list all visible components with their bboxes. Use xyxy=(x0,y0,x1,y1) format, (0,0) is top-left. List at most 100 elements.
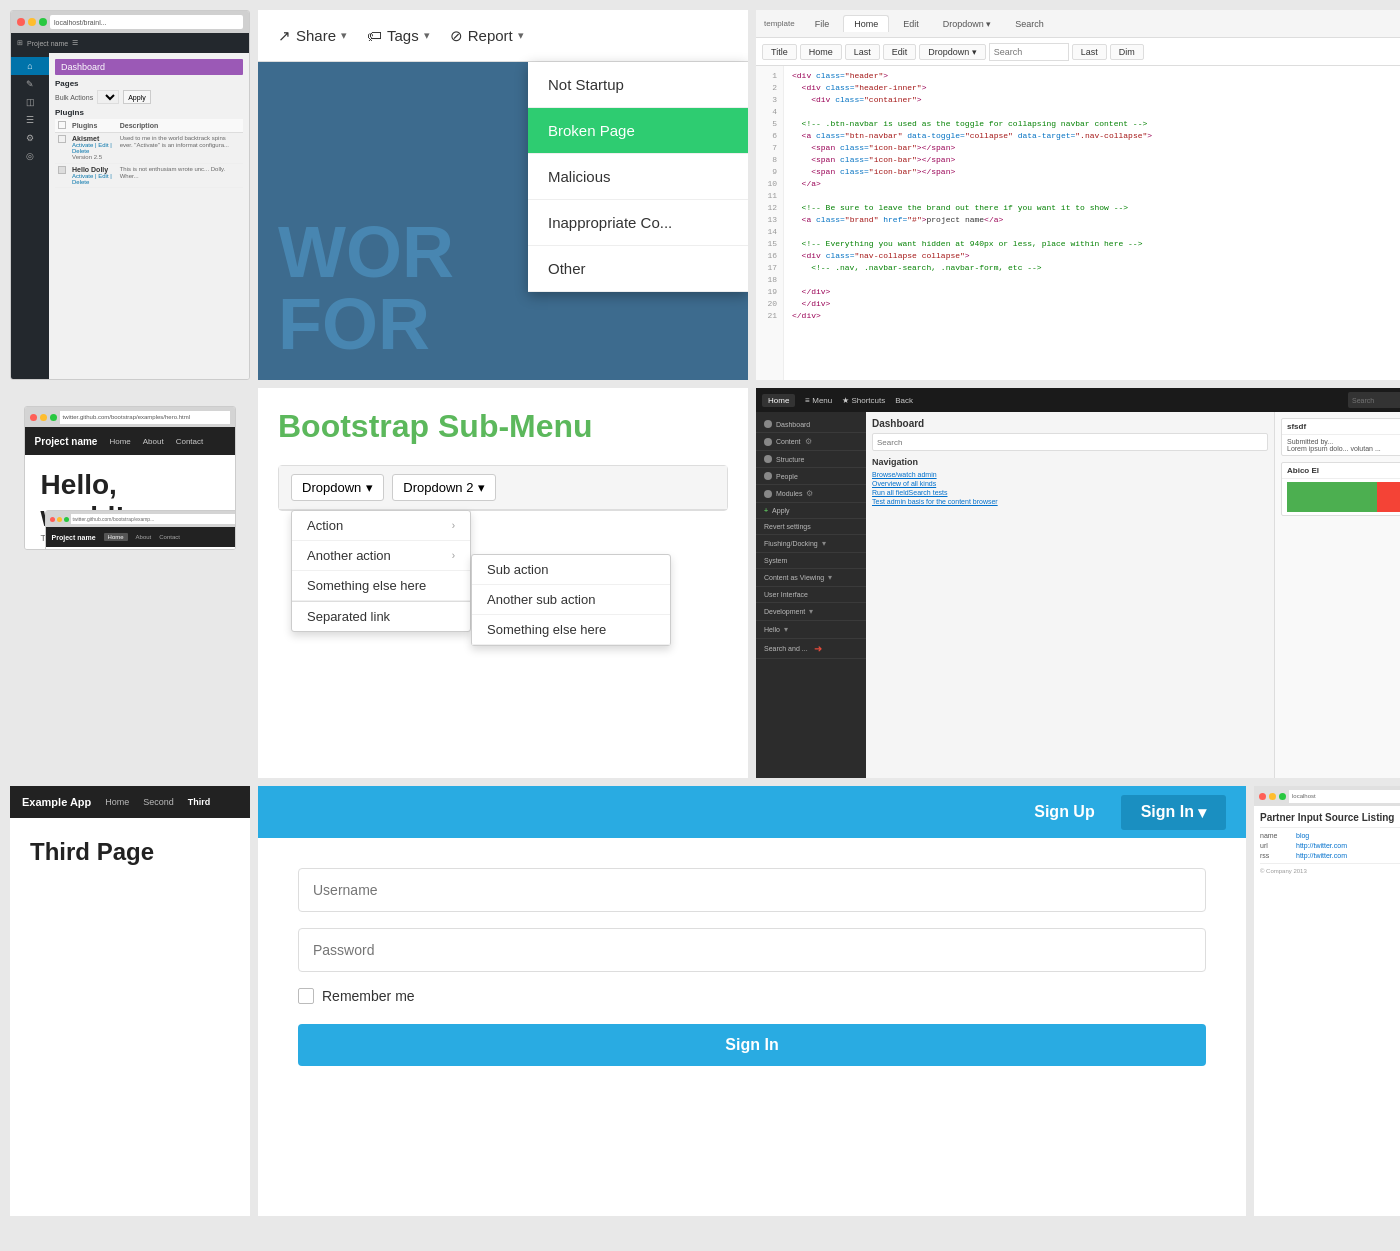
sidebar-item-content[interactable]: Content ⚙ xyxy=(756,433,866,451)
sidebar-item-modules[interactable]: Modules ⚙ xyxy=(756,485,866,503)
admin-top-search-input[interactable] xyxy=(1348,392,1400,408)
sidebar-item-flushing[interactable]: Flushing/Docking ▾ xyxy=(756,535,866,553)
form-row-name: name blog xyxy=(1260,832,1400,839)
bs-min-dot xyxy=(40,414,47,421)
bs-outer-nav-about[interactable]: About xyxy=(143,437,164,446)
code-tab-search[interactable]: Search xyxy=(1005,16,1054,32)
sidebar-media-icon[interactable]: ◫ xyxy=(11,93,49,111)
admin-card-sfsdf: sfsdf Submitted by... Lorem ipsum dolo..… xyxy=(1281,418,1400,456)
admin-link-overview[interactable]: Overview of all kinds xyxy=(872,480,1268,487)
bs-inner-nav-home[interactable]: Home xyxy=(104,533,128,541)
report-item-broken-page[interactable]: Broken Page xyxy=(528,108,748,154)
submenu-dropdown1-button[interactable]: Dropdown ▾ xyxy=(291,474,384,501)
code-last2-btn[interactable]: Last xyxy=(1072,44,1107,60)
bs-outer-navbar: Project name Home About Contact xyxy=(25,427,236,455)
password-input[interactable] xyxy=(298,928,1206,972)
wp-bulk-select[interactable] xyxy=(97,90,119,104)
report-item-inappropriate[interactable]: Inappropriate Co... xyxy=(528,200,748,246)
code-dropdown-btn[interactable]: Dropdown ▾ xyxy=(919,44,986,60)
admin-link-run[interactable]: Run all fieldSearch tests xyxy=(872,489,1268,496)
bootstrap-nested-screenshot: twitter.github.com/bootstrap/examples/he… xyxy=(10,388,250,778)
wp-apply-button[interactable]: Apply xyxy=(123,90,151,104)
signin-top-button[interactable]: Sign In ▾ xyxy=(1121,795,1226,830)
third-nav-third[interactable]: Third xyxy=(188,797,211,807)
code-tab-home[interactable]: Home xyxy=(843,15,889,32)
admin-link-test[interactable]: Test admin basis for the content browser xyxy=(872,498,1268,505)
sidebar-item-search[interactable]: Search and ... ➜ xyxy=(756,639,866,659)
code-tab-dropdown[interactable]: Dropdown ▾ xyxy=(933,16,1002,32)
third-nav-second[interactable]: Second xyxy=(143,797,174,807)
admin-top-home[interactable]: Home xyxy=(762,394,795,407)
code-tab-edit[interactable]: Edit xyxy=(893,16,929,32)
sidebar-item-dashboard[interactable]: Dashboard xyxy=(756,416,866,433)
code-dim-btn[interactable]: Dim xyxy=(1110,44,1144,60)
sub-item-2[interactable]: Another sub action xyxy=(472,585,670,615)
bs-close-dot xyxy=(30,414,37,421)
sidebar-dashboard-icon[interactable]: ⌂ xyxy=(11,57,49,75)
admin-top-back[interactable]: Back xyxy=(895,396,913,405)
admin-search-input[interactable] xyxy=(872,433,1268,451)
color-green xyxy=(1287,482,1332,512)
code-last-btn[interactable]: Last xyxy=(845,44,880,60)
sidebar-item-user-interface[interactable]: User Interface xyxy=(756,587,866,603)
code-edit-btn[interactable]: Edit xyxy=(883,44,917,60)
code-editor-screenshot: template File Home Edit Dropdown ▾ Searc… xyxy=(756,10,1400,380)
bs-outer-content: twitter.github.com/bootstrap/examp... Pr… xyxy=(25,455,236,549)
sidebar-plugins-icon[interactable]: ⚙ xyxy=(11,129,49,147)
sub-item-3[interactable]: Something else here xyxy=(472,615,670,645)
third-nav-home[interactable]: Home xyxy=(105,797,129,807)
share-button[interactable]: ↗ Share ▾ xyxy=(278,27,347,45)
wp-plugin-actions-2[interactable]: Activate | Edit | Delete xyxy=(72,173,114,185)
sidebar-settings-icon[interactable]: ◎ xyxy=(11,147,49,165)
admin-top-shortcuts[interactable]: ★ Shortcuts xyxy=(842,396,885,405)
report-item-other[interactable]: Other xyxy=(528,246,748,292)
submenu-dropdown2-button[interactable]: Dropdown 2 ▾ xyxy=(392,474,496,501)
third-page-title: Third Page xyxy=(30,838,230,866)
sidebar-item-people[interactable]: People xyxy=(756,468,866,485)
report-item-not-startup[interactable]: Not Startup xyxy=(528,62,748,108)
form-divider-2 xyxy=(1260,863,1400,864)
sidebar-item-content-viewing[interactable]: Content as Viewing ▾ xyxy=(756,569,866,587)
sidebar-item-structure[interactable]: Structure xyxy=(756,451,866,468)
admin-top-menu[interactable]: ≡ Menu xyxy=(805,396,832,405)
signup-button[interactable]: Sign Up xyxy=(1018,795,1110,829)
code-search-input[interactable] xyxy=(989,43,1069,61)
tags-button[interactable]: 🏷 Tags ▾ xyxy=(367,27,430,44)
wp-bulk-label: Bulk Actions xyxy=(55,94,93,101)
bs-outer-nav-contact[interactable]: Contact xyxy=(176,437,204,446)
code-title-btn[interactable]: Title xyxy=(762,44,797,60)
sidebar-posts-icon[interactable]: ✎ xyxy=(11,75,49,93)
submenu-dropdown-menu: Action › Another action › Something else… xyxy=(291,510,471,632)
report-button[interactable]: ⊘ Report ▾ xyxy=(450,27,524,45)
sidebar-item-system[interactable]: System xyxy=(756,553,866,569)
submenu-item-action[interactable]: Action › xyxy=(292,511,470,541)
submenu-title: Bootstrap Sub-Menu xyxy=(278,408,728,445)
sidebar-item-development[interactable]: Development ▾ xyxy=(756,603,866,621)
remember-checkbox[interactable] xyxy=(298,988,314,1004)
code-home-btn[interactable]: Home xyxy=(800,44,842,60)
sidebar-item-hello[interactable]: Hello ▾ xyxy=(756,621,866,639)
report-item-malicious[interactable]: Malicious xyxy=(528,154,748,200)
third-brand: Example App xyxy=(22,796,91,808)
submenu-item-another-action[interactable]: Another action › xyxy=(292,541,470,571)
wp-plugin-actions-1[interactable]: Activate | Edit | Delete xyxy=(72,142,114,154)
signin-form: Remember me Sign In xyxy=(258,838,1246,1096)
sub-item-1[interactable]: Sub action xyxy=(472,555,670,585)
wp-plugin-name-2: Hello Dolly Activate | Edit | Delete xyxy=(69,164,117,188)
bs-outer-nav-home[interactable]: Home xyxy=(109,437,130,446)
sidebar-item-revert[interactable]: Revert settings xyxy=(756,519,866,535)
sidebar-item-apply[interactable]: + Apply xyxy=(756,503,866,519)
form-value-name: blog xyxy=(1296,832,1309,839)
code-tab-file[interactable]: File xyxy=(805,16,840,32)
wp-row-check-2 xyxy=(55,164,69,188)
submenu-item-something-else[interactable]: Something else here xyxy=(292,571,470,601)
bs-inner-nav-contact[interactable]: Contact xyxy=(159,534,180,540)
bs-inner-url: twitter.github.com/bootstrap/examp... xyxy=(71,514,237,524)
admin-link-browse[interactable]: Browse/watch admin xyxy=(872,471,1268,478)
signin-submit-button[interactable]: Sign In xyxy=(298,1024,1206,1066)
admin-nav-title: Navigation xyxy=(872,457,1268,467)
sidebar-pages-icon[interactable]: ☰ xyxy=(11,111,49,129)
bs-inner-nav-about[interactable]: About xyxy=(136,534,152,540)
username-input[interactable] xyxy=(298,868,1206,912)
submenu-separated-link[interactable]: Separated link xyxy=(292,601,470,631)
